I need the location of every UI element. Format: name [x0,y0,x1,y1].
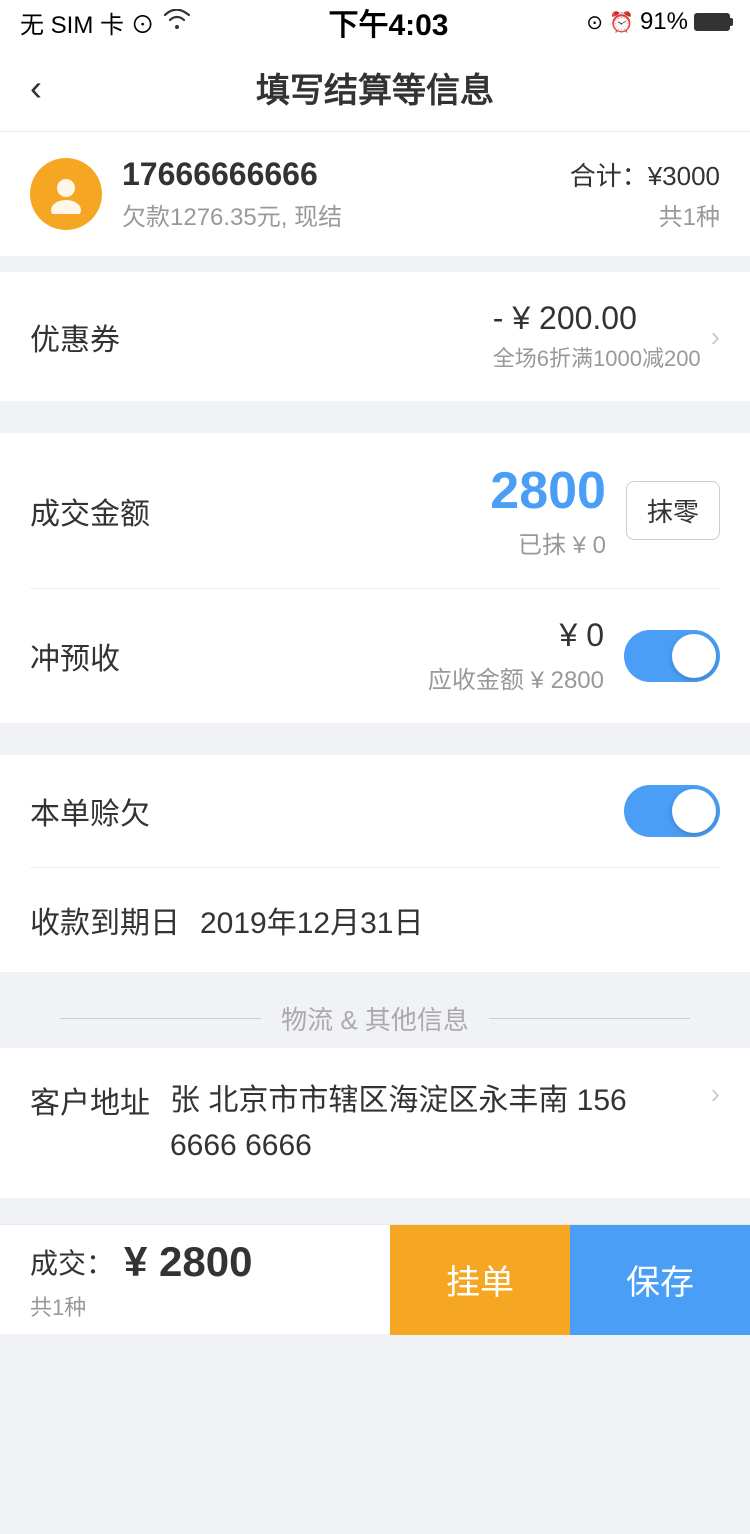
amount-section: 成交金额 2800 已抹 ¥ 0 抹零 冲预收 ¥ 0 应收金额 ¥ 2800 [0,433,750,723]
bottom-deal-amount: ¥ 2800 [124,1238,252,1286]
prepay-row: 冲预收 ¥ 0 应收金额 ¥ 2800 [30,589,720,723]
bottom-info: 成交： ¥ 2800 共1种 [0,1238,390,1322]
coupon-chevron-icon: › [711,321,720,353]
bottom-deal: 成交： ¥ 2800 [30,1238,360,1286]
round-zero-button[interactable]: 抹零 [626,481,720,540]
address-section: 客户地址 张 北京市市辖区海淀区永丰南 156 6666 6666 › [0,1048,750,1198]
logistics-divider: 物流 & 其他信息 [0,988,750,1048]
sim-status: 无 SIM 卡 ⊙ [20,5,155,40]
status-right: ⊙ ⏰ 91% [586,8,730,36]
deal-amount-label: 成交金额 [30,489,150,533]
prepay-sub: 应收金额 ¥ 2800 [428,660,604,695]
bottom-bar: 成交： ¥ 2800 共1种 挂单 保存 [0,1224,750,1334]
location-icon: ⊙ [586,10,603,35]
address-label: 客户地址 [30,1078,150,1122]
customer-total: 合计：¥3000 共1种 [570,156,720,232]
deal-amount-sub: 已抹 ¥ 0 [490,525,606,560]
address-value: 张 北京市市辖区海淀区永丰南 156 6666 6666 [170,1078,701,1168]
wifi-icon [163,8,191,36]
credit-toggle-knob [672,789,716,833]
deal-amount-right: 2800 已抹 ¥ 0 抹零 [490,461,720,560]
item-count: 共1种 [570,197,720,232]
prepay-label: 冲预收 [30,634,120,678]
toggle-knob [672,634,716,678]
prepay-amount: ¥ 0 [560,617,604,654]
section-divider-2 [0,723,750,739]
total-amount: 合计：¥3000 [570,156,720,193]
customer-phone: 17666666666 [122,156,342,193]
section-divider-1 [0,417,750,433]
alarm-icon: ⏰ [609,10,634,35]
bottom-deal-label: 成交： [30,1242,114,1282]
duedate-value: 2019年12月31日 [200,898,423,942]
prepay-toggle[interactable] [624,630,720,682]
address-chevron-icon: › [711,1078,720,1110]
credit-row: 本单赊欠 [30,755,720,868]
coupon-discount: - ¥ 200.00 [493,300,701,337]
deal-amount-row: 成交金额 2800 已抹 ¥ 0 抹零 [30,433,720,589]
nav-bar: ‹ 填写结算等信息 [0,44,750,132]
bottom-count: 共1种 [30,1290,360,1322]
credit-label: 本单赊欠 [30,789,150,833]
prepay-right: ¥ 0 应收金额 ¥ 2800 [428,617,604,695]
status-left: 无 SIM 卡 ⊙ [20,5,191,40]
customer-details: 17666666666 欠款1276.35元, 现结 [122,156,342,232]
coupon-row[interactable]: 优惠券 - ¥ 200.00 全场6折满1000减200 › [0,272,750,401]
coupon-desc: 全场6折满1000减200 [493,341,701,373]
back-button[interactable]: ‹ [30,57,52,119]
address-row[interactable]: 客户地址 张 北京市市辖区海淀区永丰南 156 6666 6666 › [30,1048,720,1198]
customer-debt: 欠款1276.35元, 现结 [122,197,342,232]
deal-amount-value: 2800 [490,461,606,521]
credit-toggle[interactable] [624,785,720,837]
save-button[interactable]: 保存 [570,1225,750,1335]
duedate-row: 收款到期日 2019年12月31日 [30,868,720,972]
duedate-label: 收款到期日 [30,898,180,942]
status-time: 下午4:03 [328,0,448,44]
avatar [30,158,102,230]
hold-button[interactable]: 挂单 [390,1225,570,1335]
customer-left: 17666666666 欠款1276.35元, 现结 [30,156,342,232]
status-bar: 无 SIM 卡 ⊙ 下午4:03 ⊙ ⏰ 91% [0,0,750,44]
page-title: 填写结算等信息 [256,63,494,112]
coupon-right: - ¥ 200.00 全场6折满1000减200 › [493,300,720,373]
credit-section: 本单赊欠 收款到期日 2019年12月31日 [0,755,750,972]
coupon-label: 优惠券 [30,315,120,359]
customer-info-card: 17666666666 欠款1276.35元, 现结 合计：¥3000 共1种 [0,132,750,256]
logistics-label: 物流 & 其他信息 [261,1000,489,1037]
battery-percent: 91% [640,8,688,36]
battery-icon [694,13,730,31]
